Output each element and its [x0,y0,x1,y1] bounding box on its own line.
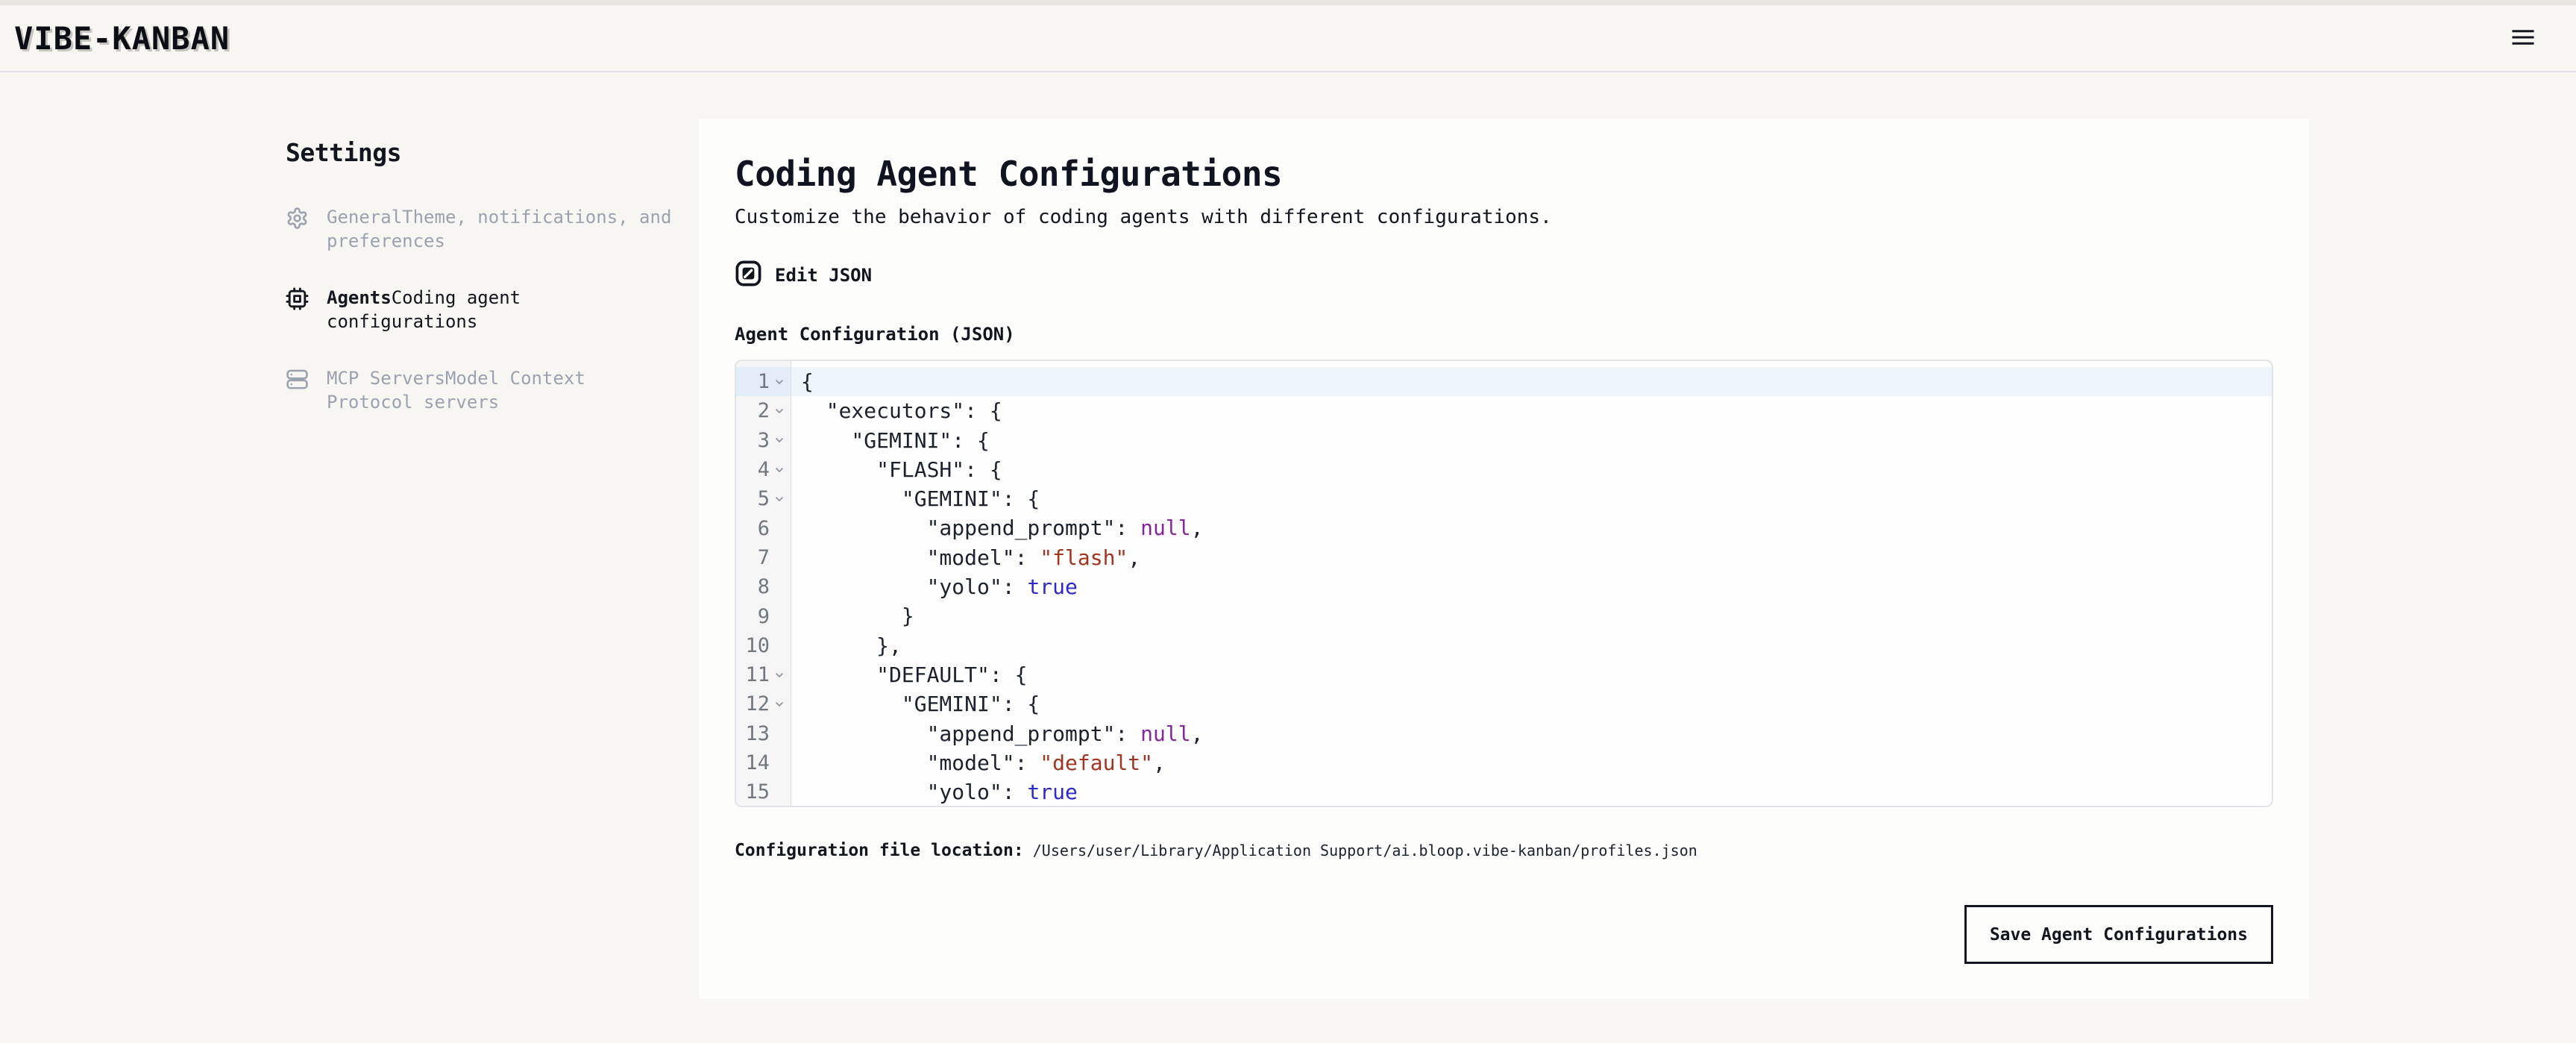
code-line-3[interactable]: "GEMINI": { [791,426,2272,455]
code-line-7[interactable]: "model": "flash", [791,543,2272,572]
editor-label: Agent Configuration (JSON) [735,324,1015,345]
menu-button[interactable] [2507,23,2539,54]
gutter-line-13: 13 [736,719,791,748]
code-line-6[interactable]: "append_prompt": null, [791,513,2272,542]
line-number: 7 [757,545,770,569]
sidebar-item-label: MCP Servers [327,368,445,389]
editor-code-area[interactable]: { "executors": { "GEMINI": { "FLASH": { … [791,361,2272,806]
line-number: 5 [757,487,770,511]
code-line-10[interactable]: }, [791,631,2272,660]
gutter-line-5: 5 [736,484,791,513]
line-number: 14 [745,751,770,774]
code-line-12[interactable]: "GEMINI": { [791,689,2272,718]
sidebar-item-label: General [327,207,403,228]
page-subtitle: Customize the behavior of coding agents … [735,206,1552,228]
code-line-13[interactable]: "append_prompt": null, [791,719,2272,748]
fold-chevron-down-icon[interactable] [770,426,789,455]
agent-configurations-card: Coding Agent Configurations Customize th… [699,119,2309,999]
top-navbar: VIBE-KANBAN [0,5,2576,72]
fold-chevron-down-icon[interactable] [770,689,789,718]
gutter-line-10: 10 [736,631,791,660]
code-line-2[interactable]: "executors": { [791,396,2272,425]
gutter-line-7: 7 [736,543,791,572]
fold-chevron-down-icon[interactable] [770,367,789,396]
line-number: 10 [745,633,770,657]
line-number: 13 [745,721,770,745]
editor-gutter: 1 2 3 4 5 6 7 8 9 10 11 12 13 14 15 [736,361,791,806]
code-line-14[interactable]: "model": "default", [791,748,2272,777]
server-icon [286,368,309,391]
line-number: 8 [757,575,770,599]
page-title: Coding Agent Configurations [735,154,1283,194]
card-actions: Save Agent Configurations [735,905,2273,964]
edit-json-label: Edit JSON [775,264,873,286]
json-code-editor[interactable]: 1 2 3 4 5 6 7 8 9 10 11 12 13 14 15 { "executors": { "… [735,360,2273,807]
gutter-line-8: 8 [736,572,791,601]
gear-icon [286,207,309,230]
settings-sidebar: Settings GeneralTheme, notifications, an… [286,72,699,447]
line-number: 12 [745,692,770,716]
save-agent-configurations-button[interactable]: Save Agent Configurations [1964,905,2273,964]
edit-json-toggle[interactable]: Edit JSON [735,260,872,290]
gutter-line-2: 2 [736,396,791,425]
sidebar-item-general[interactable]: GeneralTheme, notifications, and prefere… [286,205,699,253]
settings-page: Settings GeneralTheme, notifications, an… [0,72,2576,999]
gutter-line-9: 9 [736,601,791,630]
line-number: 9 [757,604,770,628]
gutter-line-4: 4 [736,455,791,484]
code-line-4[interactable]: "FLASH": { [791,455,2272,484]
fold-chevron-down-icon[interactable] [770,484,789,513]
file-location-label: Configuration file location: [735,841,1024,860]
gutter-line-6: 6 [736,513,791,542]
sidebar-title: Settings [286,138,401,167]
gutter-line-11: 11 [736,660,791,689]
config-file-location: Configuration file location: /Users/user… [735,841,2273,860]
window-top-edge [0,0,2576,5]
line-number: 1 [757,370,770,394]
file-location-path: /Users/user/Library/Application Support/… [1032,842,1697,859]
line-number: 15 [745,780,770,804]
cpu-icon [286,287,309,310]
sidebar-item-mcp-servers[interactable]: MCP ServersModel Context Protocol server… [286,366,699,414]
sidebar-nav: GeneralTheme, notifications, and prefere… [286,205,699,414]
line-number: 4 [757,458,770,482]
app-logo[interactable]: VIBE-KANBAN [14,20,230,57]
code-line-15[interactable]: "yolo": true [791,777,2272,806]
fold-chevron-down-icon[interactable] [770,396,789,425]
code-line-1[interactable]: { [791,367,2272,397]
gutter-line-15: 15 [736,777,791,806]
fold-chevron-down-icon[interactable] [770,660,789,689]
code-line-8[interactable]: "yolo": true [791,572,2272,601]
square-pen-icon [735,260,762,290]
code-line-9[interactable]: } [791,601,2272,630]
gutter-line-1: 1 [736,367,791,397]
gutter-line-14: 14 [736,748,791,777]
fold-chevron-down-icon[interactable] [770,455,789,484]
code-line-5[interactable]: "GEMINI": { [791,484,2272,513]
gutter-line-3: 3 [736,426,791,455]
line-number: 6 [757,516,770,540]
line-number: 11 [745,663,770,687]
code-line-11[interactable]: "DEFAULT": { [791,660,2272,689]
line-number: 3 [757,428,770,452]
gutter-line-12: 12 [736,689,791,718]
menu-icon [2512,28,2534,49]
sidebar-item-label: Agents [327,287,392,308]
sidebar-item-agents[interactable]: AgentsCoding agent configurations [286,286,699,333]
line-number: 2 [757,399,770,423]
